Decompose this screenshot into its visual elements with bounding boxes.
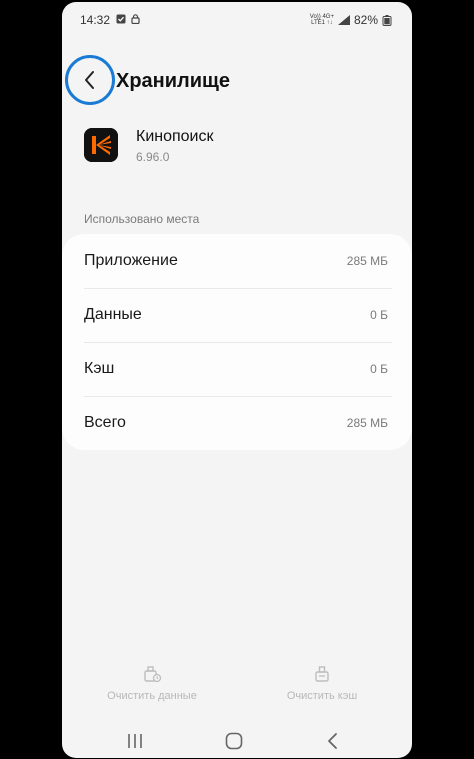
- row-label: Всего: [84, 414, 126, 431]
- back-button[interactable]: [65, 55, 115, 105]
- app-name: Кинопоиск: [136, 128, 214, 145]
- clear-data-button[interactable]: Очистить данные: [77, 664, 227, 702]
- clear-data-icon: [144, 666, 162, 683]
- lock-icon: [131, 13, 140, 27]
- row-label: Кэш: [84, 360, 115, 377]
- section-label: Использовано места: [84, 212, 200, 226]
- status-right: Vo)) 4G+ LTE1 ↑↓ 82%: [310, 13, 394, 27]
- row-label: Данные: [84, 306, 142, 323]
- status-time: 14:32: [80, 13, 111, 27]
- kinopoisk-logo-icon: [84, 128, 118, 162]
- row-label: Приложение: [84, 252, 178, 269]
- page-title: Хранилище: [116, 70, 231, 92]
- clear-cache-icon: [315, 666, 329, 682]
- screenshot-icon: [116, 14, 126, 27]
- storage-card: Приложение 285 МБ Данные 0 Б Кэш 0 Б Все…: [62, 234, 412, 450]
- back-icon[interactable]: [322, 730, 344, 752]
- app-header: Хранилище: [62, 52, 412, 112]
- battery-icon: [382, 14, 392, 26]
- row-value: 285 МБ: [346, 416, 388, 430]
- status-bar: 14:32 Vo)) 4G+ LTE1 ↑↓ 82%: [62, 2, 412, 38]
- storage-row-cache: Кэш 0 Б: [62, 342, 412, 396]
- storage-row-total: Всего 285 МБ: [62, 396, 412, 450]
- chevron-left-icon: [85, 71, 94, 89]
- network-indicator: Vo)) 4G+ LTE1 ↑↓: [310, 14, 334, 26]
- recent-apps-icon[interactable]: [124, 730, 146, 752]
- phone-screen: 14:32 Vo)) 4G+ LTE1 ↑↓ 82% Хранилище Кин…: [62, 2, 412, 758]
- clear-data-label: Очистить данные: [107, 690, 197, 702]
- clear-cache-button[interactable]: Очистить кэш: [247, 664, 397, 702]
- network-bottom-label: LTE1 ↑↓: [311, 20, 333, 26]
- row-value: 0 Б: [370, 308, 388, 322]
- storage-row-app: Приложение 285 МБ: [62, 234, 412, 288]
- clear-cache-label: Очистить кэш: [286, 690, 358, 702]
- app-version: 6.96.0: [136, 150, 170, 164]
- navigation-bar: [62, 724, 412, 758]
- app-info: Кинопоиск 6.96.0: [84, 126, 392, 170]
- battery-percent: 82%: [353, 13, 378, 27]
- signal-icon: [337, 15, 350, 25]
- storage-row-data: Данные 0 Б: [62, 288, 412, 342]
- row-value: 285 МБ: [346, 254, 388, 268]
- home-icon[interactable]: [223, 730, 245, 752]
- row-value: 0 Б: [370, 362, 388, 376]
